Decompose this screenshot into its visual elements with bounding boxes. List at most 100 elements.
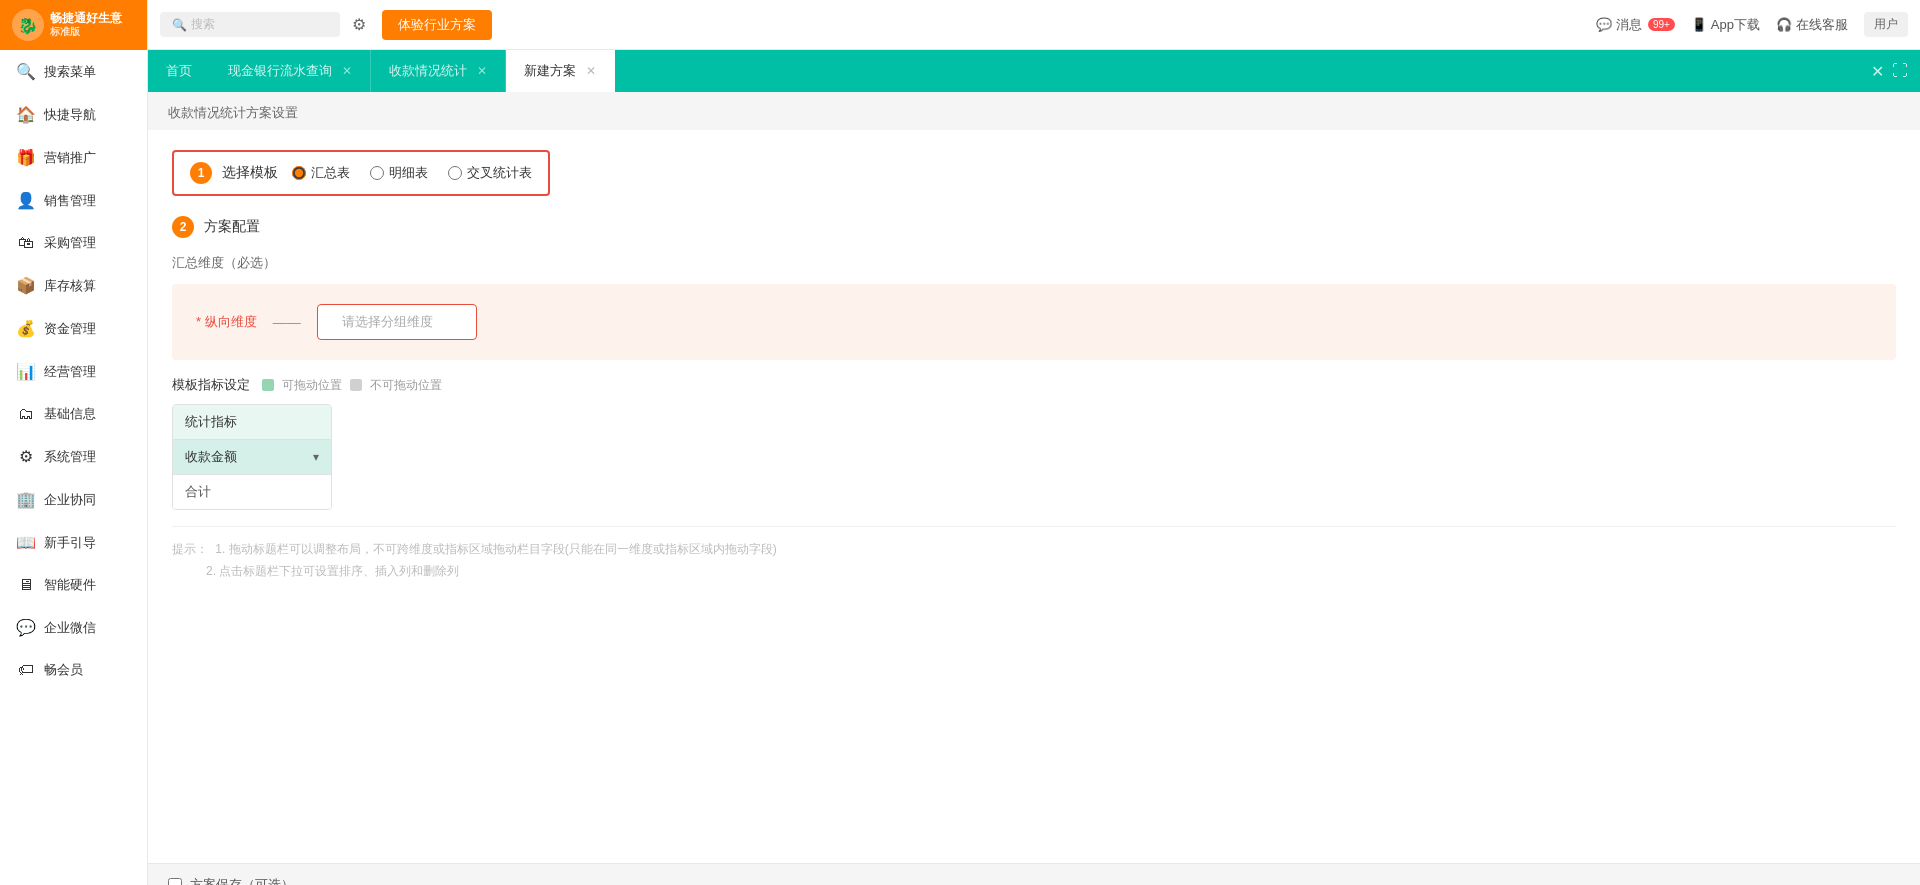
- download-button[interactable]: 📱 App下载: [1691, 16, 1760, 34]
- radio-summary[interactable]: 汇总表: [292, 164, 350, 182]
- save-checkbox[interactable]: [168, 878, 182, 885]
- sidebar-item-search[interactable]: 🔍 搜索菜单: [0, 50, 147, 93]
- tab-new-plan-close[interactable]: ✕: [586, 64, 596, 78]
- message-button[interactable]: 💬 消息 99+: [1596, 16, 1675, 34]
- tab-bank-label: 现金银行流水查询: [228, 62, 332, 80]
- sidebar-item-operations[interactable]: 📊 经营管理: [0, 350, 147, 393]
- sidebar-item-system[interactable]: ⚙ 系统管理: [0, 435, 147, 478]
- tab-bank[interactable]: 现金银行流水查询 ✕: [210, 50, 371, 92]
- section-template: 1 选择模板 汇总表 明细表: [172, 150, 1896, 196]
- form-container: 1 选择模板 汇总表 明细表: [148, 130, 1920, 863]
- sidebar-item-quick-nav[interactable]: 🏠 快捷导航: [0, 93, 147, 136]
- tip-text-1: 1. 拖动标题栏可以调整布局，不可跨维度或指标区域拖动栏目字段(只能在同一维度或…: [215, 542, 776, 556]
- sidebar-item-label: 快捷导航: [44, 106, 96, 124]
- sidebar-item-label: 基础信息: [44, 405, 96, 423]
- vertical-dim-label: 纵向维度: [196, 313, 257, 331]
- sidebar-item-label: 企业微信: [44, 619, 96, 637]
- metrics-table: 统计指标 收款金额 ▾ 合计: [172, 404, 332, 510]
- section2-title: 方案配置: [204, 218, 260, 236]
- sidebar-item-label: 新手引导: [44, 534, 96, 552]
- service-button[interactable]: 🎧 在线客服: [1776, 16, 1848, 34]
- tip-section: 提示： 1. 拖动标题栏可以调整布局，不可跨维度或指标区域拖动栏目字段(只能在同…: [172, 526, 1896, 594]
- box-icon: 📦: [16, 276, 36, 295]
- total-label: 合计: [185, 484, 211, 499]
- tabbar-controls: ✕ ⛶: [1859, 50, 1920, 92]
- trial-button[interactable]: 体验行业方案: [382, 10, 492, 40]
- headset-icon: 🎧: [1776, 17, 1792, 32]
- search-icon: 🔍: [16, 62, 36, 81]
- user-avatar[interactable]: 用户: [1864, 12, 1908, 37]
- bag-icon: 🛍: [16, 234, 36, 252]
- radio-cross-input[interactable]: [448, 166, 462, 180]
- non-draggable-dot: [350, 379, 362, 391]
- sidebar-item-basic-info[interactable]: 🗂 基础信息: [0, 393, 147, 435]
- message-label: 消息: [1616, 16, 1642, 34]
- save-section: 方案保存（可选）: [148, 863, 1920, 885]
- download-label: App下载: [1711, 16, 1760, 34]
- tab-collection-close[interactable]: ✕: [477, 64, 487, 78]
- section1-title: 选择模板: [222, 164, 278, 182]
- sidebar-item-smart-hw[interactable]: 🖥 智能硬件: [0, 564, 147, 606]
- sidebar-item-sales[interactable]: 👤 销售管理: [0, 179, 147, 222]
- radio-detail-input[interactable]: [370, 166, 384, 180]
- sidebar-item-wechat[interactable]: 💬 企业微信: [0, 606, 147, 649]
- section-plan: 2 方案配置 汇总维度（必选） 纵向维度 —— 请选择分组维度: [172, 216, 1896, 594]
- arrow-icon: ——: [273, 314, 301, 330]
- message-badge: 99+: [1648, 18, 1675, 31]
- metrics-col-label: 统计指标: [185, 413, 237, 431]
- metrics-title: 模板指标设定: [172, 376, 250, 394]
- close-all-icon[interactable]: ✕: [1871, 62, 1884, 81]
- metrics-total-row: 合计: [173, 475, 331, 509]
- draggable-dot: [262, 379, 274, 391]
- settings-icon[interactable]: ⚙: [352, 15, 366, 34]
- tab-home-label: 首页: [166, 62, 192, 80]
- dropdown-icon[interactable]: ▾: [313, 450, 319, 464]
- app-version: 标准版: [50, 25, 122, 39]
- tabbar: 首页 现金银行流水查询 ✕ 收款情况统计 ✕ 新建方案 ✕ ✕ ⛶: [148, 50, 1920, 92]
- chat-icon: 💬: [16, 618, 36, 637]
- sidebar: 🐉 畅捷通好生意 标准版 🔍 搜索菜单 🏠 快捷导航 🎁 营销推广 👤 销售管理…: [0, 0, 148, 885]
- search-bar[interactable]: 🔍 搜索: [160, 12, 340, 37]
- sidebar-item-label: 搜索菜单: [44, 63, 96, 81]
- sidebar-item-member[interactable]: 🏷 畅会员: [0, 649, 147, 691]
- sidebar-item-finance[interactable]: 💰 资金管理: [0, 307, 147, 350]
- tip-text-2: 2. 点击标题栏下拉可设置排序、插入列和删除列: [206, 564, 459, 578]
- search-icon: 🔍: [172, 18, 187, 32]
- radio-summary-input[interactable]: [292, 166, 306, 180]
- sidebar-item-marketing[interactable]: 🎁 营销推广: [0, 136, 147, 179]
- sidebar-item-inventory[interactable]: 📦 库存核算: [0, 264, 147, 307]
- non-draggable-label: 不可拖动位置: [370, 377, 442, 394]
- topbar: 🔍 搜索 ⚙ 体验行业方案 💬 消息 99+ 📱 App下载 🎧 在线客服 用户: [148, 0, 1920, 50]
- money-icon: 💰: [16, 319, 36, 338]
- download-icon: 📱: [1691, 17, 1707, 32]
- tip-line-1: 提示： 1. 拖动标题栏可以调整布局，不可跨维度或指标区域拖动栏目字段(只能在同…: [172, 539, 1896, 561]
- sidebar-item-guide[interactable]: 📖 新手引导: [0, 521, 147, 564]
- sidebar-item-label: 库存核算: [44, 277, 96, 295]
- app-name: 畅捷通好生意: [50, 11, 122, 25]
- radio-summary-label: 汇总表: [311, 164, 350, 182]
- sidebar-item-label: 畅会员: [44, 661, 83, 679]
- tab-new-plan[interactable]: 新建方案 ✕: [506, 50, 615, 92]
- user-name: 用户: [1874, 17, 1898, 31]
- radio-detail[interactable]: 明细表: [370, 164, 428, 182]
- expand-icon[interactable]: ⛶: [1892, 62, 1908, 80]
- dim-select[interactable]: 请选择分组维度: [317, 304, 477, 340]
- template-selector: 1 选择模板 汇总表 明细表: [172, 150, 550, 196]
- sidebar-item-label: 系统管理: [44, 448, 96, 466]
- dim-area: 纵向维度 —— 请选择分组维度: [172, 284, 1896, 360]
- dim-row: 纵向维度 —— 请选择分组维度: [196, 304, 1872, 340]
- tip-line-2: 2. 点击标题栏下拉可设置排序、插入列和删除列: [172, 561, 1896, 583]
- sidebar-item-purchase[interactable]: 🛍 采购管理: [0, 222, 147, 264]
- radio-cross[interactable]: 交叉统计表: [448, 164, 532, 182]
- tab-collection[interactable]: 收款情况统计 ✕: [371, 50, 506, 92]
- tab-bank-close[interactable]: ✕: [342, 64, 352, 78]
- section2-num: 2: [172, 216, 194, 238]
- section1-num: 1: [190, 162, 212, 184]
- dim-section-title: 汇总维度（必选）: [172, 254, 1896, 272]
- metrics-table-header: 统计指标: [173, 405, 331, 440]
- search-placeholder: 搜索: [191, 16, 215, 33]
- tab-home[interactable]: 首页: [148, 50, 210, 92]
- column-label: 收款金额: [185, 448, 237, 466]
- sidebar-item-corp[interactable]: 🏢 企业协同: [0, 478, 147, 521]
- building-icon: 🏢: [16, 490, 36, 509]
